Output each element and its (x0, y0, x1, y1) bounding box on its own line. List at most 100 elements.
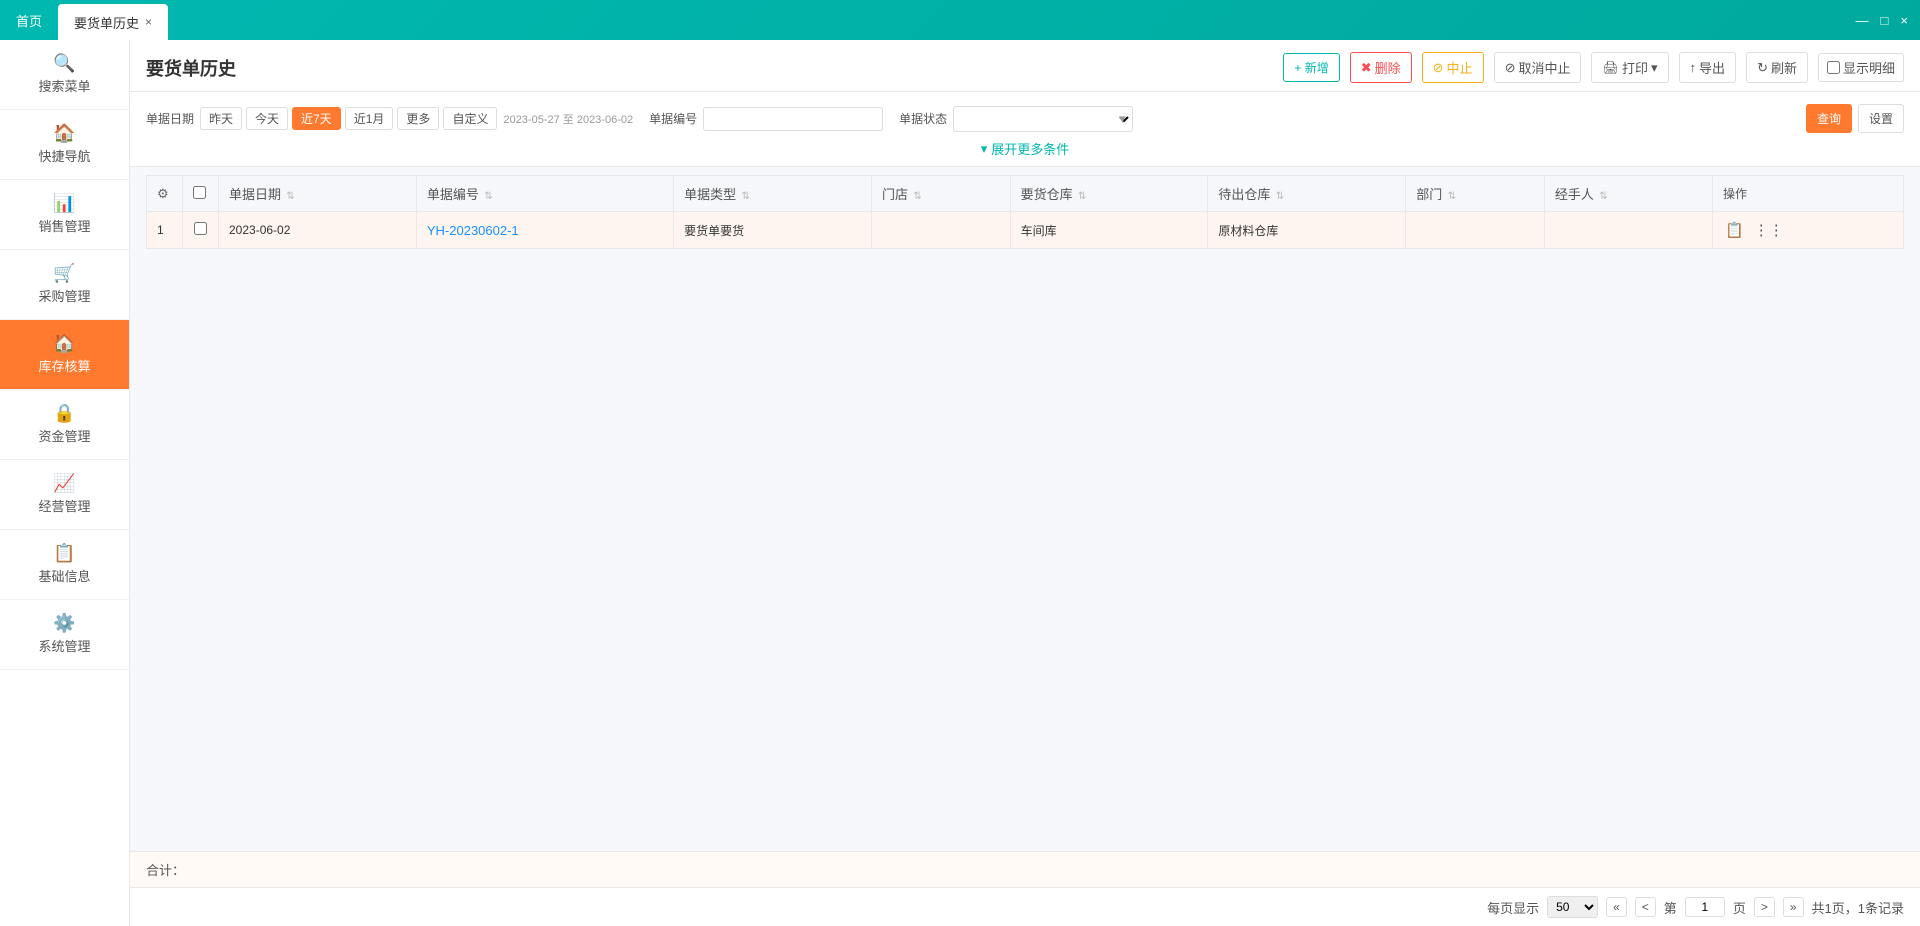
th-handler[interactable]: 经手人 ⇅ (1544, 176, 1712, 212)
sidebar-item-sales[interactable]: 📊 销售管理 (0, 180, 129, 250)
next-page-btn[interactable]: > (1754, 897, 1775, 917)
td-order-no: YH-20230602-1 (416, 212, 673, 249)
td-department (1406, 212, 1545, 249)
system-icon: ⚙️ (53, 614, 75, 632)
sort-orderno-icon: ⇅ (484, 191, 492, 202)
sidebar: 🔍 搜索菜单 🏠 快捷导航 📊 销售管理 🛒 采购管理 🏠 库存核算 🔒 资金管… (0, 40, 130, 926)
first-page-btn[interactable]: « (1606, 897, 1627, 917)
sidebar-item-finance[interactable]: 🔒 资金管理 (0, 390, 129, 460)
tab-close-icon[interactable]: × (145, 15, 152, 29)
sidebar-item-basicinfo[interactable]: 📋 基础信息 (0, 530, 129, 600)
td-store (872, 212, 1011, 249)
purchase-icon: 🛒 (53, 264, 75, 282)
more-action-icon[interactable]: ⋮⋮ (1752, 219, 1786, 241)
expand-conditions-btn[interactable]: ▾ 展开更多条件 (146, 139, 1904, 158)
filter-row: 单据日期 昨天 今天 近7天 近1月 更多 自定义 2023-05-27 至 2… (146, 104, 1904, 133)
page-suffix: 页 (1733, 898, 1746, 917)
summary-label: 合计： (146, 860, 185, 879)
page-title: 要货单历史 (146, 55, 1283, 81)
minimize-btn[interactable]: — (1856, 13, 1869, 28)
per-page-select[interactable]: 50 10 20 100 (1547, 896, 1598, 918)
sidebar-item-search[interactable]: 🔍 搜索菜单 (0, 40, 129, 110)
date-btn-yesterday[interactable]: 昨天 (200, 107, 242, 130)
status-select[interactable] (953, 106, 1133, 132)
finance-icon: 🔒 (53, 404, 75, 422)
display-grid-btn[interactable]: 显示明细 (1818, 53, 1904, 82)
operations-icon: 📈 (53, 474, 75, 492)
sidebar-label-basicinfo: 基础信息 (38, 566, 90, 585)
print-button[interactable]: 🖨 打印 ▾ (1591, 52, 1668, 83)
date-btn-today[interactable]: 今天 (246, 107, 288, 130)
prev-page-btn[interactable]: < (1635, 897, 1656, 917)
select-all-checkbox[interactable] (193, 186, 206, 199)
sidebar-item-purchase[interactable]: 🛒 采购管理 (0, 250, 129, 320)
date-filter-buttons: 昨天 今天 近7天 近1月 更多 自定义 (200, 107, 497, 130)
date-btn-more[interactable]: 更多 (397, 107, 439, 130)
date-filter-label: 单据日期 (146, 110, 194, 127)
quicknav-icon: 🏠 (53, 124, 75, 142)
refresh-icon: ↻ (1757, 60, 1768, 76)
sort-ordertype-icon: ⇅ (742, 191, 750, 202)
display-grid-checkbox[interactable] (1827, 61, 1840, 74)
order-no-filter-group: 单据编号 (649, 107, 883, 131)
cancel-stop-button[interactable]: ⊘ 取消中止 (1494, 52, 1582, 83)
header-buttons: + 新增 ✖ 删除 ⊘ 中止 ⊘ 取消中止 🖨 打印 ▾ (1283, 52, 1904, 83)
order-no-label: 单据编号 (649, 110, 697, 127)
last-page-btn[interactable]: » (1783, 897, 1804, 917)
td-date: 2023-06-02 (219, 212, 417, 249)
data-table: ⚙ 单据日期 ⇅ 单据编号 ⇅ (146, 175, 1904, 249)
th-order-no[interactable]: 单据编号 ⇅ (416, 176, 673, 212)
topbar-actions: — □ × (1856, 13, 1920, 28)
status-filter-group: 单据状态 ▾ (899, 106, 1126, 132)
td-order-type: 要货单要货 (674, 212, 872, 249)
basicinfo-icon: 📋 (53, 544, 75, 562)
td-num: 1 (147, 212, 183, 249)
new-button[interactable]: + 新增 (1283, 53, 1339, 82)
td-actions: 📋 ⋮⋮ (1713, 212, 1904, 249)
settings-button[interactable]: 设置 (1858, 104, 1904, 133)
tab-home[interactable]: 首页 (0, 0, 58, 40)
topbar: 首页 要货单历史 × — □ × (0, 0, 1920, 40)
export-icon: ↑ (1690, 60, 1697, 75)
date-btn-custom[interactable]: 自定义 (443, 107, 497, 130)
edit-action-icon[interactable]: 📋 (1723, 219, 1746, 241)
cancel-stop-icon: ⊘ (1505, 60, 1516, 76)
stop-button[interactable]: ⊘ 中止 (1422, 52, 1484, 83)
sort-reqwarehouse-icon: ⇅ (1078, 191, 1086, 202)
order-no-link[interactable]: YH-20230602-1 (427, 223, 519, 238)
sidebar-label-search: 搜索菜单 (38, 76, 90, 95)
expand-down-icon: ▾ (981, 141, 988, 157)
refresh-button[interactable]: ↻ 刷新 (1746, 52, 1808, 83)
date-btn-7days[interactable]: 近7天 (292, 107, 341, 130)
th-pending-warehouse[interactable]: 待出仓库 ⇅ (1208, 176, 1406, 212)
row-checkbox[interactable] (194, 222, 207, 235)
tab-order-history[interactable]: 要货单历史 × (58, 4, 168, 40)
th-department[interactable]: 部门 ⇅ (1406, 176, 1545, 212)
table-area: ⚙ 单据日期 ⇅ 单据编号 ⇅ (130, 167, 1920, 851)
sidebar-label-quicknav: 快捷导航 (38, 146, 90, 165)
total-info: 共1页，1条记录 (1812, 898, 1904, 917)
sidebar-item-quicknav[interactable]: 🏠 快捷导航 (0, 110, 129, 180)
sidebar-item-inventory[interactable]: 🏠 库存核算 (0, 320, 129, 390)
th-store[interactable]: 门店 ⇅ (872, 176, 1011, 212)
close-btn[interactable]: × (1900, 13, 1908, 28)
per-page-label: 每页显示 (1487, 898, 1539, 917)
print-icon: 🖨 (1602, 60, 1619, 76)
export-button[interactable]: ↑ 导出 (1679, 52, 1737, 83)
th-order-type[interactable]: 单据类型 ⇅ (674, 176, 872, 212)
sort-date-icon: ⇅ (286, 191, 294, 202)
sidebar-item-system[interactable]: ⚙️ 系统管理 (0, 600, 129, 670)
sidebar-label-operations: 经营管理 (38, 496, 90, 515)
sort-pendingwarehouse-icon: ⇅ (1276, 191, 1284, 202)
table-header-row: ⚙ 单据日期 ⇅ 单据编号 ⇅ (147, 176, 1904, 212)
query-button[interactable]: 查询 (1806, 104, 1852, 133)
delete-button[interactable]: ✖ 删除 (1350, 52, 1412, 83)
table-settings-icon[interactable]: ⚙ (157, 186, 169, 201)
maximize-btn[interactable]: □ (1881, 13, 1889, 28)
th-date[interactable]: 单据日期 ⇅ (219, 176, 417, 212)
date-btn-1month[interactable]: 近1月 (345, 107, 394, 130)
page-number-input[interactable] (1685, 897, 1725, 917)
order-no-input[interactable] (703, 107, 883, 131)
sidebar-item-operations[interactable]: 📈 经营管理 (0, 460, 129, 530)
th-req-warehouse[interactable]: 要货仓库 ⇅ (1010, 176, 1208, 212)
